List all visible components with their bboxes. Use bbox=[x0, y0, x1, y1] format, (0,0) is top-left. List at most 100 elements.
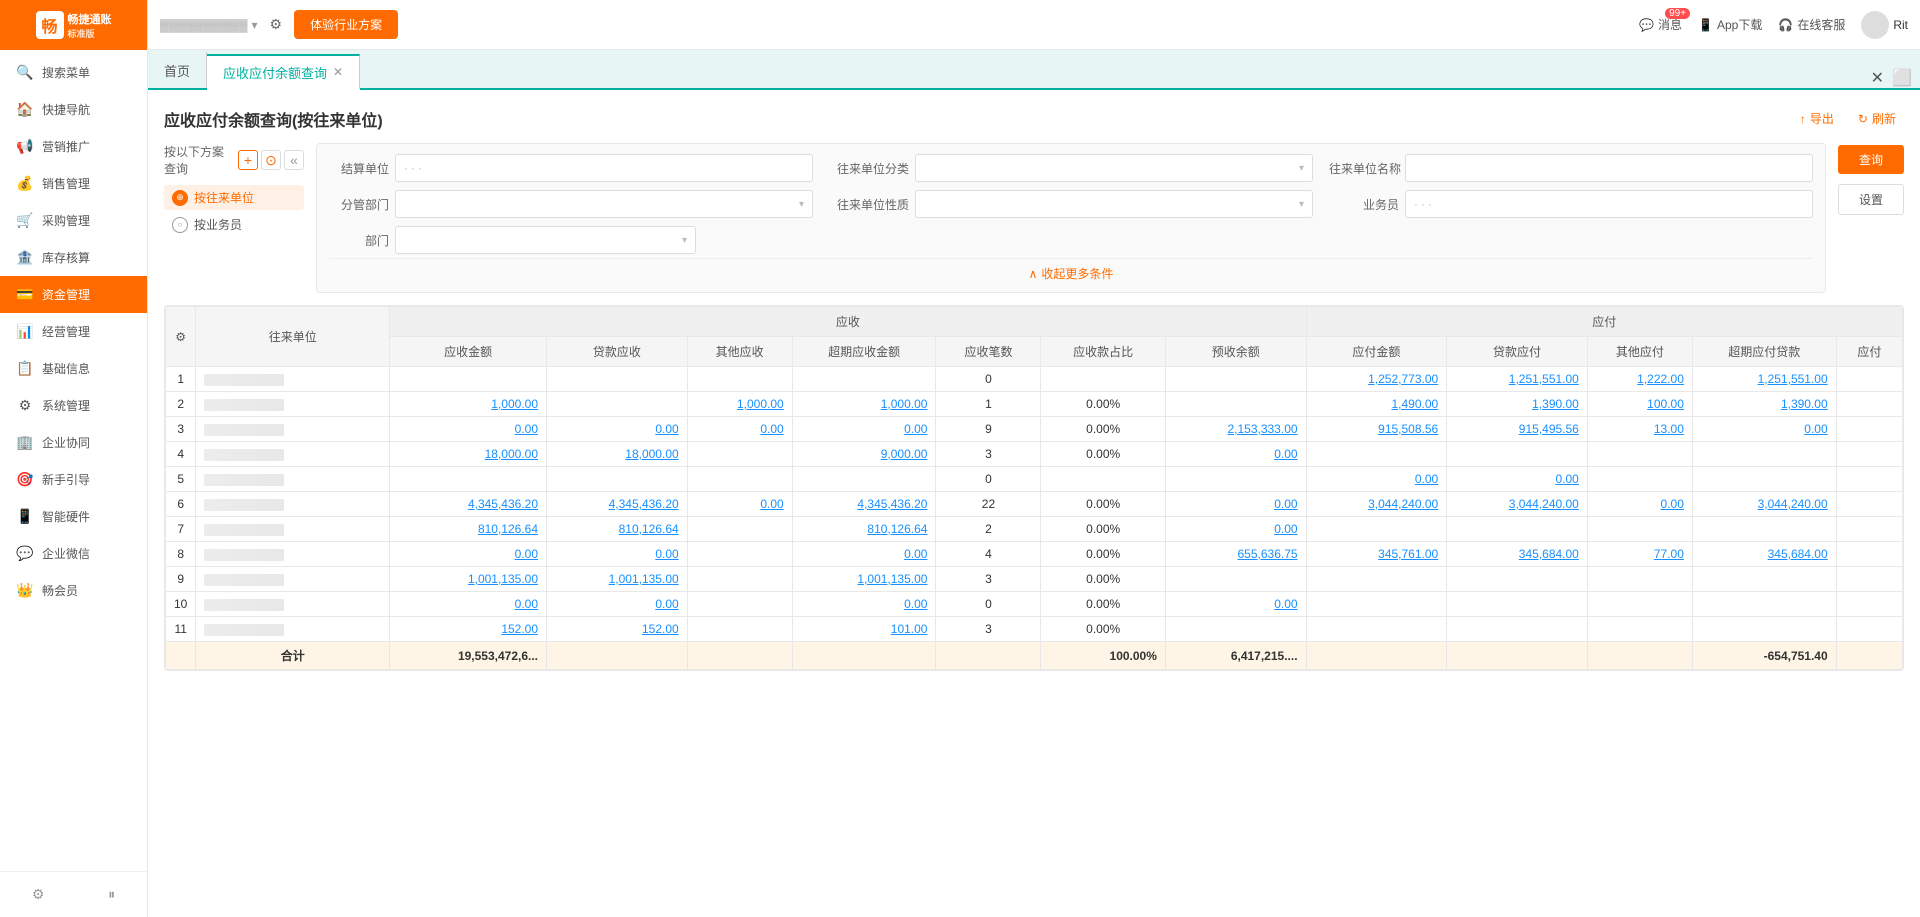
chevron-up-icon: ∧ bbox=[1029, 267, 1038, 281]
filter-row-2: 分管部门 ▾ 往来单位性质 ▾ bbox=[329, 190, 1813, 218]
table-row: 418,000.0018,000.009,000.0030.00%0.00 bbox=[166, 442, 1903, 467]
filter-settings-button[interactable]: ⊙ bbox=[261, 150, 281, 170]
filter-option-unit[interactable]: ⊕ 按往来单位 bbox=[164, 185, 304, 210]
department-field: 部门 ▾ bbox=[329, 226, 696, 254]
sidebar-item-marketing[interactable]: 📢 营销推广 bbox=[0, 128, 147, 165]
col-settings-header: ⚙ bbox=[166, 307, 196, 367]
tab-close-window-btn[interactable]: ✕ bbox=[1871, 68, 1884, 88]
unit-name-field: 往来单位名称 bbox=[1329, 154, 1813, 182]
salesperson-input[interactable]: ··· bbox=[1405, 190, 1813, 218]
sidebar-item-guide[interactable]: 🎯 新手引导 bbox=[0, 461, 147, 498]
filter-collapse-button[interactable]: « bbox=[284, 150, 304, 170]
unit-name-cell bbox=[196, 442, 390, 467]
row-number: 2 bbox=[166, 392, 196, 417]
row-number: 7 bbox=[166, 517, 196, 542]
filter-scheme-actions: + ⊙ « bbox=[238, 150, 304, 170]
app-download-button[interactable]: 📱 App下载 bbox=[1698, 16, 1762, 33]
table-row: 80.000.000.0040.00%655,636.75345,761.003… bbox=[166, 542, 1903, 567]
message-button[interactable]: 💬 消息 99+ bbox=[1639, 16, 1682, 33]
system-icon: ⚙ bbox=[16, 397, 34, 414]
sidebar-item-operation[interactable]: 📊 经营管理 bbox=[0, 313, 147, 350]
service-icon: 🎧 bbox=[1778, 18, 1793, 32]
sidebar-item-inventory[interactable]: 🏦 库存核算 bbox=[0, 239, 147, 276]
table-row: 30.000.000.000.0090.00%2,153,333.00915,5… bbox=[166, 417, 1903, 442]
unit-name-cell bbox=[196, 567, 390, 592]
search-icon: 🔍 bbox=[16, 64, 34, 81]
table-row: 500.000.00 bbox=[166, 467, 1903, 492]
user-button[interactable]: Rit bbox=[1861, 11, 1908, 39]
tab-close-icon[interactable]: ✕ bbox=[333, 65, 343, 79]
tab-bar: 首页 应收应付余额查询 ✕ ✕ ⬜ bbox=[148, 50, 1920, 90]
logo-icon: 畅 bbox=[36, 11, 64, 39]
sidebar-item-enterprise[interactable]: 🏢 企业协同 bbox=[0, 424, 147, 461]
top-header: ▓▓▓▓▓▓▓▓▓▓ ▾ ⚙ 体验行业方案 💬 消息 99+ 📱 App下载 🎧… bbox=[148, 0, 1920, 50]
promo-button[interactable]: 体验行业方案 bbox=[294, 10, 398, 39]
footer-payable-total: -654,751.40 bbox=[1692, 642, 1836, 670]
sidebar-item-finance[interactable]: 💳 资金管理 bbox=[0, 276, 147, 313]
tab-maximize-btn[interactable]: ⬜ bbox=[1892, 68, 1912, 88]
page-actions: ↑ 导出 ↻ 刷新 bbox=[1792, 106, 1904, 131]
filter-option-staff[interactable]: ○ 按业务员 bbox=[164, 212, 304, 237]
unit-nature-select[interactable]: ▾ bbox=[915, 190, 1313, 218]
hardware-icon: 📱 bbox=[16, 508, 34, 525]
sidebar-item-member[interactable]: 👑 畅会员 bbox=[0, 572, 147, 609]
query-button[interactable]: 查询 bbox=[1838, 145, 1904, 174]
chevron-down-icon: ▾ bbox=[1299, 199, 1304, 210]
table-row: 101,252,773.001,251,551.001,222.001,251,… bbox=[166, 367, 1903, 392]
row-number: 4 bbox=[166, 442, 196, 467]
sidebar-item-system[interactable]: ⚙ 系统管理 bbox=[0, 387, 147, 424]
page-container: 应收应付余额查询(按往来单位) ↑ 导出 ↻ 刷新 按以下方案查询 + bbox=[148, 90, 1920, 917]
gear-icon[interactable]: ⚙ bbox=[266, 12, 287, 37]
sidebar-item-sales[interactable]: 💰 销售管理 bbox=[0, 165, 147, 202]
unit-name-input[interactable] bbox=[1405, 154, 1813, 182]
unit-name-cell bbox=[196, 392, 390, 417]
sidebar-item-search[interactable]: 🔍 搜索菜单 bbox=[0, 54, 147, 91]
sidebar-collapse-btn[interactable]: ⏸ bbox=[102, 880, 121, 909]
col-receivable-count-header: 应收笔数 bbox=[936, 337, 1041, 367]
home-icon: 🏠 bbox=[16, 101, 34, 118]
data-table-wrap: ⚙ 往来单位 应收 应付 应收金额 贷款应收 其他应收 超期应收金额 应收笔数 … bbox=[164, 305, 1904, 671]
tab-arbal[interactable]: 应收应付余额查询 ✕ bbox=[207, 54, 360, 90]
footer-receivable-ratio: 100.00% bbox=[1041, 642, 1165, 670]
table-row: 100.000.000.0000.00%0.00 bbox=[166, 592, 1903, 617]
tab-home[interactable]: 首页 bbox=[148, 52, 207, 88]
service-button[interactable]: 🎧 在线客服 bbox=[1778, 16, 1845, 33]
basic-icon: 📋 bbox=[16, 360, 34, 377]
salesperson-field: 业务员 ··· bbox=[1329, 190, 1813, 218]
sidebar-item-wechat[interactable]: 💬 企业微信 bbox=[0, 535, 147, 572]
row-number: 1 bbox=[166, 367, 196, 392]
filter-row-1: 结算单位 ··· 往来单位分类 ▾ 往来单位名称 bbox=[329, 154, 1813, 182]
footer-receivable-total: 19,553,472,6... bbox=[390, 642, 547, 670]
dept-managed-select[interactable]: ▾ bbox=[395, 190, 813, 218]
chevron-down-icon: ▾ bbox=[682, 235, 687, 246]
tab-bar-right: ✕ ⬜ bbox=[1871, 68, 1920, 88]
sidebar-settings-btn[interactable]: ⚙ bbox=[26, 880, 51, 909]
export-icon: ↑ bbox=[1800, 112, 1806, 126]
settlement-unit-field: 结算单位 ··· bbox=[329, 154, 813, 182]
breadcrumb: ▓▓▓▓▓▓▓▓▓▓ ▾ bbox=[160, 18, 258, 32]
unit-category-field: 往来单位分类 ▾ bbox=[829, 154, 1313, 182]
col-receivable-group-header: 应收 bbox=[390, 307, 1306, 337]
settings-button[interactable]: 设置 bbox=[1838, 184, 1904, 215]
chevron-down-icon: ▾ bbox=[251, 18, 257, 32]
collapse-more-btn[interactable]: ∧ 收起更多条件 bbox=[329, 258, 1813, 282]
col-other-receivable-header: 其他应收 bbox=[687, 337, 792, 367]
sidebar-item-basic[interactable]: 📋 基础信息 bbox=[0, 350, 147, 387]
refresh-button[interactable]: ↻ 刷新 bbox=[1850, 106, 1904, 131]
settlement-unit-input[interactable]: ··· bbox=[395, 154, 813, 182]
filter-add-button[interactable]: + bbox=[238, 150, 258, 170]
filter-scheme-panel: 按以下方案查询 + ⊙ « ⊕ 按往来单位 ○ bbox=[164, 143, 304, 293]
operation-icon: 📊 bbox=[16, 323, 34, 340]
footer-label: 合计 bbox=[196, 642, 390, 670]
unit-category-select[interactable]: ▾ bbox=[915, 154, 1313, 182]
sidebar-item-quicknav[interactable]: 🏠 快捷导航 bbox=[0, 91, 147, 128]
member-icon: 👑 bbox=[16, 582, 34, 599]
export-button[interactable]: ↑ 导出 bbox=[1792, 106, 1842, 131]
sidebar-item-purchase[interactable]: 🛒 采购管理 bbox=[0, 202, 147, 239]
sidebar-item-hardware[interactable]: 📱 智能硬件 bbox=[0, 498, 147, 535]
filter-scheme-header: 按以下方案查询 + ⊙ « bbox=[164, 143, 304, 177]
col-prepay-balance-header: 预收余额 bbox=[1165, 337, 1306, 367]
row-number: 10 bbox=[166, 592, 196, 617]
data-table: ⚙ 往来单位 应收 应付 应收金额 贷款应收 其他应收 超期应收金额 应收笔数 … bbox=[165, 306, 1903, 670]
department-select[interactable]: ▾ bbox=[395, 226, 696, 254]
